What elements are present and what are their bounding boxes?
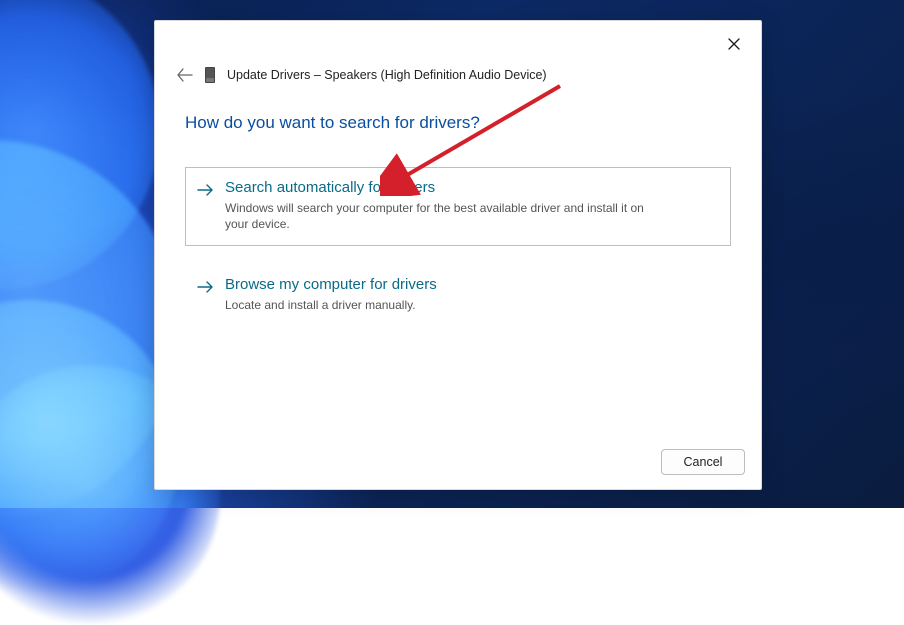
- dialog-title: Update Drivers – Speakers (High Definiti…: [227, 68, 547, 82]
- option-description: Windows will search your computer for th…: [225, 200, 665, 232]
- speaker-device-icon: [205, 67, 215, 83]
- dialog-heading: How do you want to search for drivers?: [185, 113, 731, 133]
- close-button[interactable]: [725, 35, 743, 53]
- option-description: Locate and install a driver manually.: [225, 297, 437, 313]
- back-arrow-icon: [177, 68, 193, 82]
- option-search-automatically[interactable]: Search automatically for drivers Windows…: [185, 167, 731, 246]
- dialog-titlebar: Update Drivers – Speakers (High Definiti…: [177, 67, 739, 83]
- arrow-right-icon: [197, 183, 215, 202]
- option-title: Browse my computer for drivers: [225, 276, 437, 295]
- cancel-button[interactable]: Cancel: [661, 449, 745, 475]
- option-title: Search automatically for drivers: [225, 179, 665, 198]
- arrow-right-icon: [197, 280, 215, 299]
- update-drivers-dialog: Update Drivers – Speakers (High Definiti…: [154, 20, 762, 490]
- back-button[interactable]: [177, 68, 193, 82]
- close-icon: [728, 38, 740, 50]
- option-browse-computer[interactable]: Browse my computer for drivers Locate an…: [185, 264, 731, 327]
